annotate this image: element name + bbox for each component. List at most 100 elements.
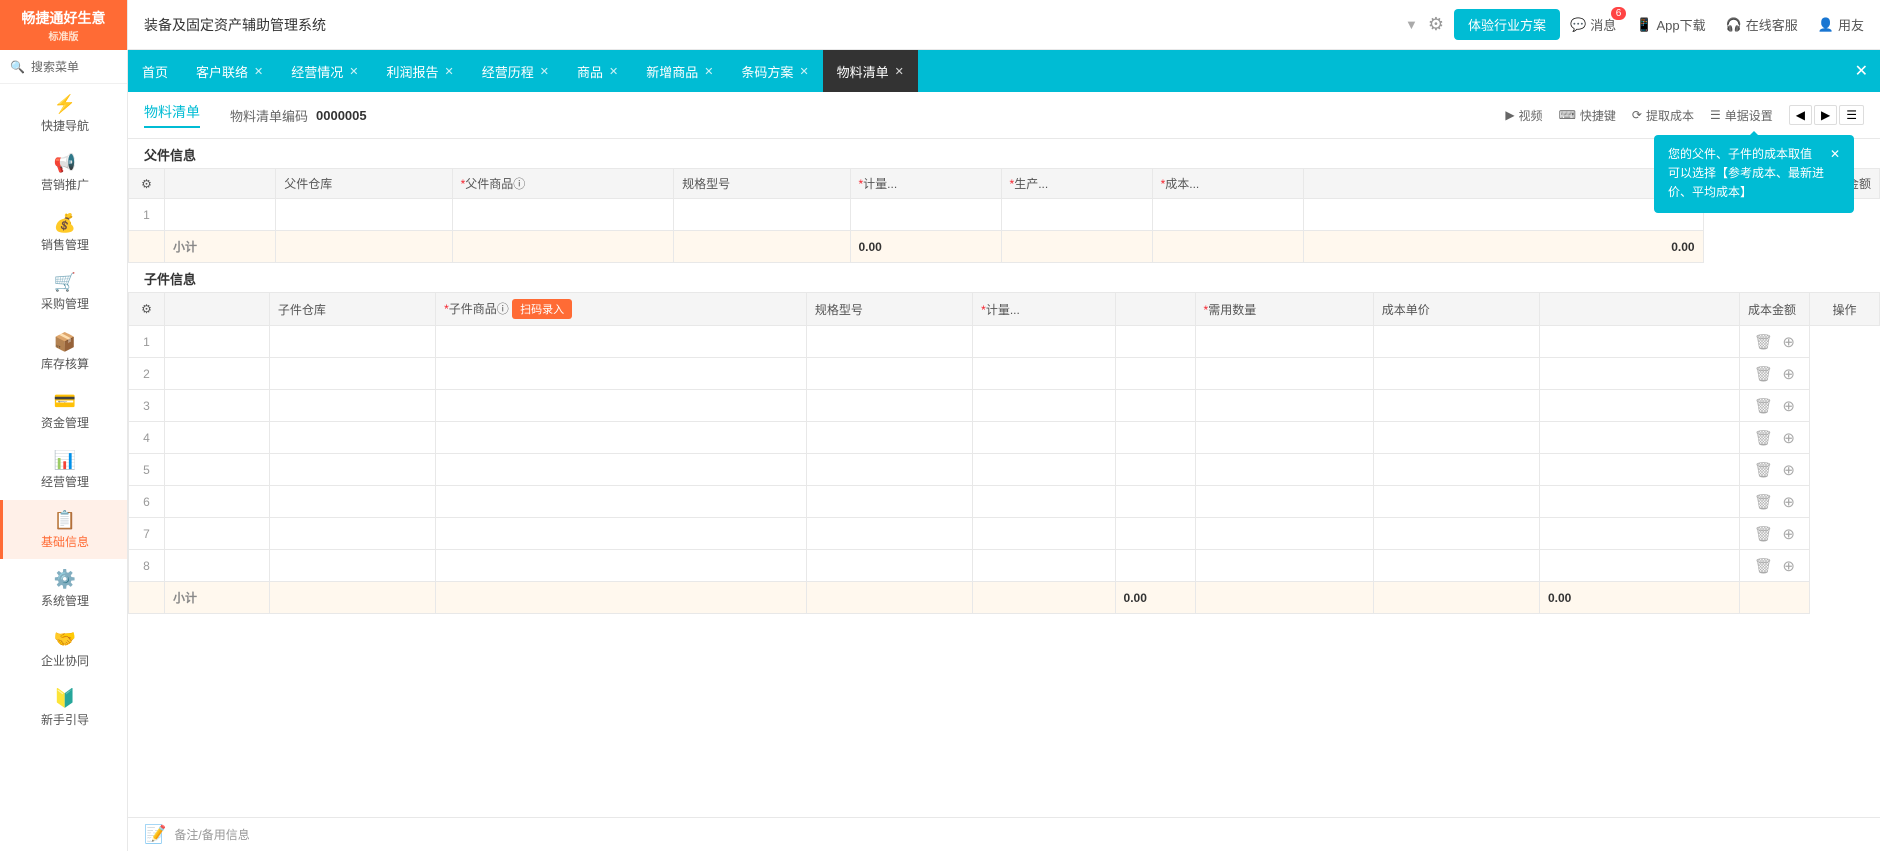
- close-new-products-icon[interactable]: ✕: [704, 65, 713, 78]
- extract-cost-action[interactable]: ⟳ 提取成本: [1632, 107, 1694, 124]
- copy-icon-2[interactable]: ⊕: [1782, 366, 1795, 383]
- view-action[interactable]: ▶ 视频: [1505, 107, 1542, 124]
- child-cell-spec-5[interactable]: [436, 454, 807, 486]
- copy-icon-7[interactable]: ⊕: [1782, 526, 1795, 543]
- tooltip-close-btn[interactable]: ✕: [1830, 145, 1840, 164]
- close-profit-icon[interactable]: ✕: [445, 65, 454, 78]
- child-cell-product-4[interactable]: [269, 422, 435, 454]
- sidebar-item-enterprise[interactable]: 🤝 企业协同: [0, 619, 127, 678]
- copy-icon-5[interactable]: ⊕: [1782, 462, 1795, 479]
- child-cell-warehouse-5[interactable]: [165, 454, 270, 486]
- child-cell-unit-1[interactable]: [806, 326, 972, 358]
- copy-icon-3[interactable]: ⊕: [1782, 398, 1795, 415]
- parent-cell-warehouse-1[interactable]: [165, 199, 276, 231]
- online-service-item[interactable]: 🎧 在线客服: [1726, 15, 1798, 34]
- single-settings-action[interactable]: ☰ 单据设置: [1710, 107, 1773, 124]
- child-cell-product-5[interactable]: [269, 454, 435, 486]
- child-cell-uprice-3[interactable]: [1195, 390, 1373, 422]
- child-cell-unit-3[interactable]: [806, 390, 972, 422]
- close-process-icon[interactable]: ✕: [540, 65, 549, 78]
- tab-home[interactable]: 首页: [128, 50, 182, 92]
- menu-btn[interactable]: ☰: [1839, 105, 1864, 125]
- child-cell-unit-6[interactable]: [806, 486, 972, 518]
- sidebar-item-sales[interactable]: 💰 销售管理: [0, 203, 127, 262]
- tab-new-products[interactable]: 新增商品✕: [632, 50, 727, 92]
- child-cell-spec-2[interactable]: [436, 358, 807, 390]
- copy-icon-8[interactable]: ⊕: [1782, 558, 1795, 575]
- tab-customers[interactable]: 客户联络✕: [182, 50, 277, 92]
- message-item[interactable]: 💬 消息 6: [1570, 15, 1616, 34]
- delete-icon-8[interactable]: 🗑: [1754, 558, 1773, 575]
- child-cell-uprice-6[interactable]: [1195, 486, 1373, 518]
- child-cell-warehouse-4[interactable]: [165, 422, 270, 454]
- child-cell-spec-4[interactable]: [436, 422, 807, 454]
- child-cell-unit-8[interactable]: [806, 550, 972, 582]
- child-cell-uprice-4[interactable]: [1195, 422, 1373, 454]
- delete-icon-3[interactable]: 🗑: [1754, 398, 1773, 415]
- page-tab-bom[interactable]: 物料清单: [144, 102, 200, 128]
- child-cell-product-2[interactable]: [269, 358, 435, 390]
- child-cell-warehouse-8[interactable]: [165, 550, 270, 582]
- dropdown-arrow-icon[interactable]: ▼: [1405, 17, 1418, 32]
- close-all-tabs[interactable]: ✕: [1843, 50, 1880, 92]
- sidebar-item-operation[interactable]: 📊 经营管理: [0, 440, 127, 499]
- tab-bom[interactable]: 物料清单✕: [823, 50, 918, 92]
- tab-barcode[interactable]: 条码方案✕: [727, 50, 822, 92]
- prev-btn[interactable]: ◀: [1789, 105, 1812, 125]
- sidebar-item-system[interactable]: ⚙️ 系统管理: [0, 559, 127, 618]
- child-cell-product-6[interactable]: [269, 486, 435, 518]
- child-cell-qty-4[interactable]: [1115, 422, 1195, 454]
- app-download-item[interactable]: 📱 App下载: [1636, 15, 1705, 34]
- delete-icon-2[interactable]: 🗑: [1754, 366, 1773, 383]
- child-cell-qty-3[interactable]: [1115, 390, 1195, 422]
- user-item[interactable]: 👤 用友: [1818, 15, 1864, 34]
- delete-icon-7[interactable]: 🗑: [1754, 526, 1773, 543]
- child-cell-unit-4[interactable]: [806, 422, 972, 454]
- tab-products[interactable]: 商品✕: [563, 50, 632, 92]
- child-cell-warehouse-6[interactable]: [165, 486, 270, 518]
- delete-icon-5[interactable]: 🗑: [1754, 462, 1773, 479]
- child-cell-uprice-2[interactable]: [1195, 358, 1373, 390]
- close-operations-icon[interactable]: ✕: [349, 65, 358, 78]
- tab-process[interactable]: 经营历程✕: [468, 50, 563, 92]
- sidebar-item-inventory[interactable]: 📦 库存核算: [0, 322, 127, 381]
- child-cell-spec-7[interactable]: [436, 518, 807, 550]
- sidebar-item-basic-info[interactable]: 📋 基础信息: [0, 500, 127, 559]
- close-barcode-icon[interactable]: ✕: [799, 65, 808, 78]
- child-cell-warehouse-1[interactable]: [165, 326, 270, 358]
- copy-icon-6[interactable]: ⊕: [1782, 494, 1795, 511]
- parent-cell-spec-1[interactable]: [452, 199, 674, 231]
- child-cell-qty-7[interactable]: [1115, 518, 1195, 550]
- experience-btn[interactable]: 体验行业方案: [1454, 9, 1560, 40]
- child-cell-uprice-8[interactable]: [1195, 550, 1373, 582]
- close-customers-icon[interactable]: ✕: [254, 65, 263, 78]
- child-cell-product-1[interactable]: [269, 326, 435, 358]
- parent-cell-product-1[interactable]: [276, 199, 452, 231]
- tab-operations[interactable]: 经营情况✕: [277, 50, 372, 92]
- child-cell-uprice-1[interactable]: [1195, 326, 1373, 358]
- sidebar-item-purchase[interactable]: 🛒 采购管理: [0, 262, 127, 321]
- child-cell-warehouse-3[interactable]: [165, 390, 270, 422]
- child-cell-product-8[interactable]: [269, 550, 435, 582]
- child-cell-spec-1[interactable]: [436, 326, 807, 358]
- child-cell-unit-7[interactable]: [806, 518, 972, 550]
- tab-profit[interactable]: 利润报告✕: [372, 50, 467, 92]
- child-cell-product-3[interactable]: [269, 390, 435, 422]
- copy-icon-1[interactable]: ⊕: [1782, 334, 1795, 351]
- child-cell-qty-8[interactable]: [1115, 550, 1195, 582]
- parent-cell-cost-1[interactable]: [1001, 199, 1152, 231]
- delete-icon-1[interactable]: 🗑: [1754, 334, 1773, 351]
- child-cell-warehouse-7[interactable]: [165, 518, 270, 550]
- parent-cell-production-1[interactable]: [850, 199, 1001, 231]
- sidebar-item-marketing[interactable]: 📢 营销推广: [0, 143, 127, 202]
- child-cell-qty-2[interactable]: [1115, 358, 1195, 390]
- copy-icon-4[interactable]: ⊕: [1782, 430, 1795, 447]
- child-cell-qty-1[interactable]: [1115, 326, 1195, 358]
- child-cell-uprice-7[interactable]: [1195, 518, 1373, 550]
- settings-icon[interactable]: ⚙: [1428, 14, 1444, 35]
- sidebar-item-quick-nav[interactable]: ⚡ 快捷导航: [0, 84, 127, 143]
- close-bom-icon[interactable]: ✕: [895, 65, 904, 78]
- child-cell-uprice-5[interactable]: [1195, 454, 1373, 486]
- delete-icon-6[interactable]: 🗑: [1754, 494, 1773, 511]
- shortcut-action[interactable]: ⌨ 快捷键: [1559, 107, 1616, 124]
